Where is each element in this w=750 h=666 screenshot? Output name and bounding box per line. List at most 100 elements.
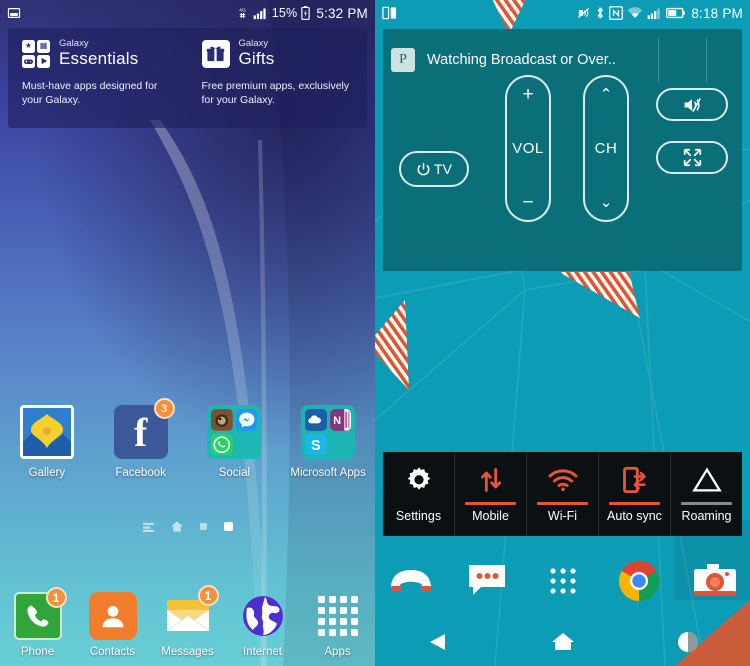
galaxy-essentials-card[interactable]: ★ ▦ Galaxy Essentials Must-have apps des… — [8, 38, 188, 128]
microsoft-folder-icon[interactable]: N S — [301, 405, 356, 459]
multi-window-icon — [382, 6, 397, 20]
back-icon — [429, 634, 445, 650]
gear-icon — [404, 463, 434, 497]
sync-glyph — [622, 466, 646, 494]
app-gallery[interactable]: Gallery — [0, 405, 94, 480]
app-facebook[interactable]: f 3 Facebook — [94, 398, 188, 480]
app-drawer-icon — [549, 568, 576, 594]
auto-sync-state-bar — [608, 502, 661, 505]
signal-icon — [253, 8, 266, 19]
home-page-icon[interactable] — [170, 521, 183, 532]
mute-button[interactable] — [656, 88, 728, 121]
gear-glyph — [407, 467, 430, 490]
nav-back-button[interactable] — [375, 632, 500, 652]
gallery-icon[interactable] — [19, 405, 74, 459]
app-folder-social[interactable]: Social — [188, 405, 282, 480]
auto-sync-icon — [622, 463, 648, 497]
essentials-glyph-game — [22, 54, 35, 68]
quick-setting-label-wifi: Wi-Fi — [547, 509, 578, 523]
social-folder-icon[interactable] — [207, 405, 262, 459]
quick-setting-mobile[interactable]: Mobile — [455, 452, 527, 536]
dock-chrome[interactable] — [616, 560, 662, 602]
facebook-badge: 3 — [153, 398, 175, 419]
essentials-glyph-play — [37, 54, 50, 68]
essentials-description: Must-have apps designed for your Galaxy. — [22, 80, 158, 106]
expand-button[interactable] — [656, 141, 728, 174]
navigation-bar — [375, 618, 750, 666]
quick-settings-widget[interactable]: Settings Mobile Wi-Fi Auto sync Roaming — [383, 452, 742, 536]
nav-recents-button[interactable] — [625, 631, 750, 653]
right-dock — [375, 560, 750, 602]
remote-title-bar[interactable]: P Watching Broadcast or Over.. — [391, 37, 734, 83]
essentials-glyph-grid: ▦ — [37, 39, 50, 53]
internet-icon[interactable] — [239, 592, 287, 640]
home-app-row: Gallery f 3 Facebook Social N S Microsof… — [0, 398, 375, 480]
quick-setting-roaming[interactable]: Roaming — [671, 452, 742, 536]
volume-down-button[interactable]: − — [522, 193, 533, 212]
right-status-bar: 8:18 PM — [375, 0, 750, 26]
phone-icon[interactable]: 1 — [13, 587, 67, 640]
dock-apps[interactable]: Apps — [300, 592, 375, 658]
mute-icon — [684, 97, 701, 112]
phone-handset-glyph — [27, 605, 48, 627]
svg-text:4G: 4G — [239, 7, 246, 13]
left-phone-home-screen: 4G 15% 5:32 PM ★ ▦ Galaxy Essentials Mus… — [0, 0, 375, 666]
volume-control[interactable]: + VOL − — [505, 75, 551, 222]
settings-state-bar — [393, 502, 444, 505]
quick-setting-auto-sync[interactable]: Auto sync — [599, 452, 671, 536]
peel-remote-widget[interactable]: P Watching Broadcast or Over.. TV + VOL — [383, 29, 742, 271]
phone-icon — [390, 570, 431, 591]
quick-setting-settings[interactable]: Settings — [383, 452, 455, 536]
dock-camera[interactable] — [692, 562, 738, 600]
gamepad-icon — [24, 59, 33, 64]
facebook-icon[interactable]: f 3 — [113, 398, 175, 459]
wifi-icon — [628, 6, 643, 18]
page-dot-2[interactable] — [199, 523, 207, 530]
right-phone-home-screen: 8:18 PM P Watching Broadcast or Over.. T… — [375, 0, 750, 666]
gifts-description: Free premium apps, exclusively for your … — [201, 80, 350, 106]
tv-power-button[interactable]: TV — [399, 151, 469, 187]
chrome-icon — [618, 560, 659, 602]
quick-setting-label-settings: Settings — [395, 509, 442, 523]
gift-box-icon — [206, 46, 225, 62]
dock-phone[interactable] — [388, 562, 434, 600]
channel-up-button[interactable]: ⌃ — [600, 87, 613, 102]
page-dot-3-active[interactable] — [223, 522, 233, 531]
messenger-icon — [235, 409, 258, 431]
instagram-glyph — [211, 409, 233, 431]
galaxy-promo-widget[interactable]: ★ ▦ Galaxy Essentials Must-have apps des… — [8, 28, 367, 128]
expand-icon — [683, 148, 701, 167]
galaxy-gifts-card[interactable]: Galaxy Gifts Free premium apps, exclusiv… — [188, 38, 368, 128]
galaxy-essentials-icon: ★ ▦ — [22, 39, 50, 68]
dock-app-drawer[interactable] — [540, 562, 586, 600]
dock-internet[interactable]: Internet — [225, 592, 300, 658]
apps-grid-icon[interactable] — [314, 592, 362, 640]
dock-contacts[interactable]: Contacts — [75, 592, 150, 658]
channel-down-button[interactable]: ⌄ — [600, 195, 613, 210]
dock-messages[interactable]: 1 Messages — [150, 585, 225, 658]
roaming-triangle-glyph — [691, 467, 722, 492]
recents-icon — [677, 632, 698, 652]
messages-icon[interactable]: 1 — [164, 585, 219, 640]
whatsapp-icon — [211, 433, 233, 455]
volume-up-button[interactable]: + — [522, 85, 533, 104]
clock-label: 5:32 PM — [316, 5, 368, 21]
dock-messages[interactable] — [464, 562, 510, 600]
channel-control[interactable]: ⌃ CH ⌄ — [583, 75, 629, 222]
nav-home-button[interactable] — [500, 633, 625, 651]
quick-setting-wifi[interactable]: Wi-Fi — [527, 452, 599, 536]
page-indicator-row[interactable] — [0, 521, 375, 532]
dock-label-contacts: Contacts — [89, 646, 136, 658]
screenshot-icon — [7, 8, 21, 18]
app-folder-microsoft[interactable]: N S Microsoft Apps — [281, 405, 375, 480]
app-label-gallery: Gallery — [28, 467, 66, 479]
contacts-icon[interactable] — [88, 592, 137, 640]
power-icon — [417, 162, 430, 175]
dock-phone[interactable]: 1 Phone — [0, 587, 75, 658]
remote-divider-2 — [706, 37, 707, 83]
camera-icon — [693, 564, 736, 596]
dock-label-apps: Apps — [324, 646, 351, 658]
globe-glyph — [242, 596, 283, 636]
messages-icon — [468, 565, 505, 595]
briefing-page-icon[interactable] — [142, 522, 154, 532]
